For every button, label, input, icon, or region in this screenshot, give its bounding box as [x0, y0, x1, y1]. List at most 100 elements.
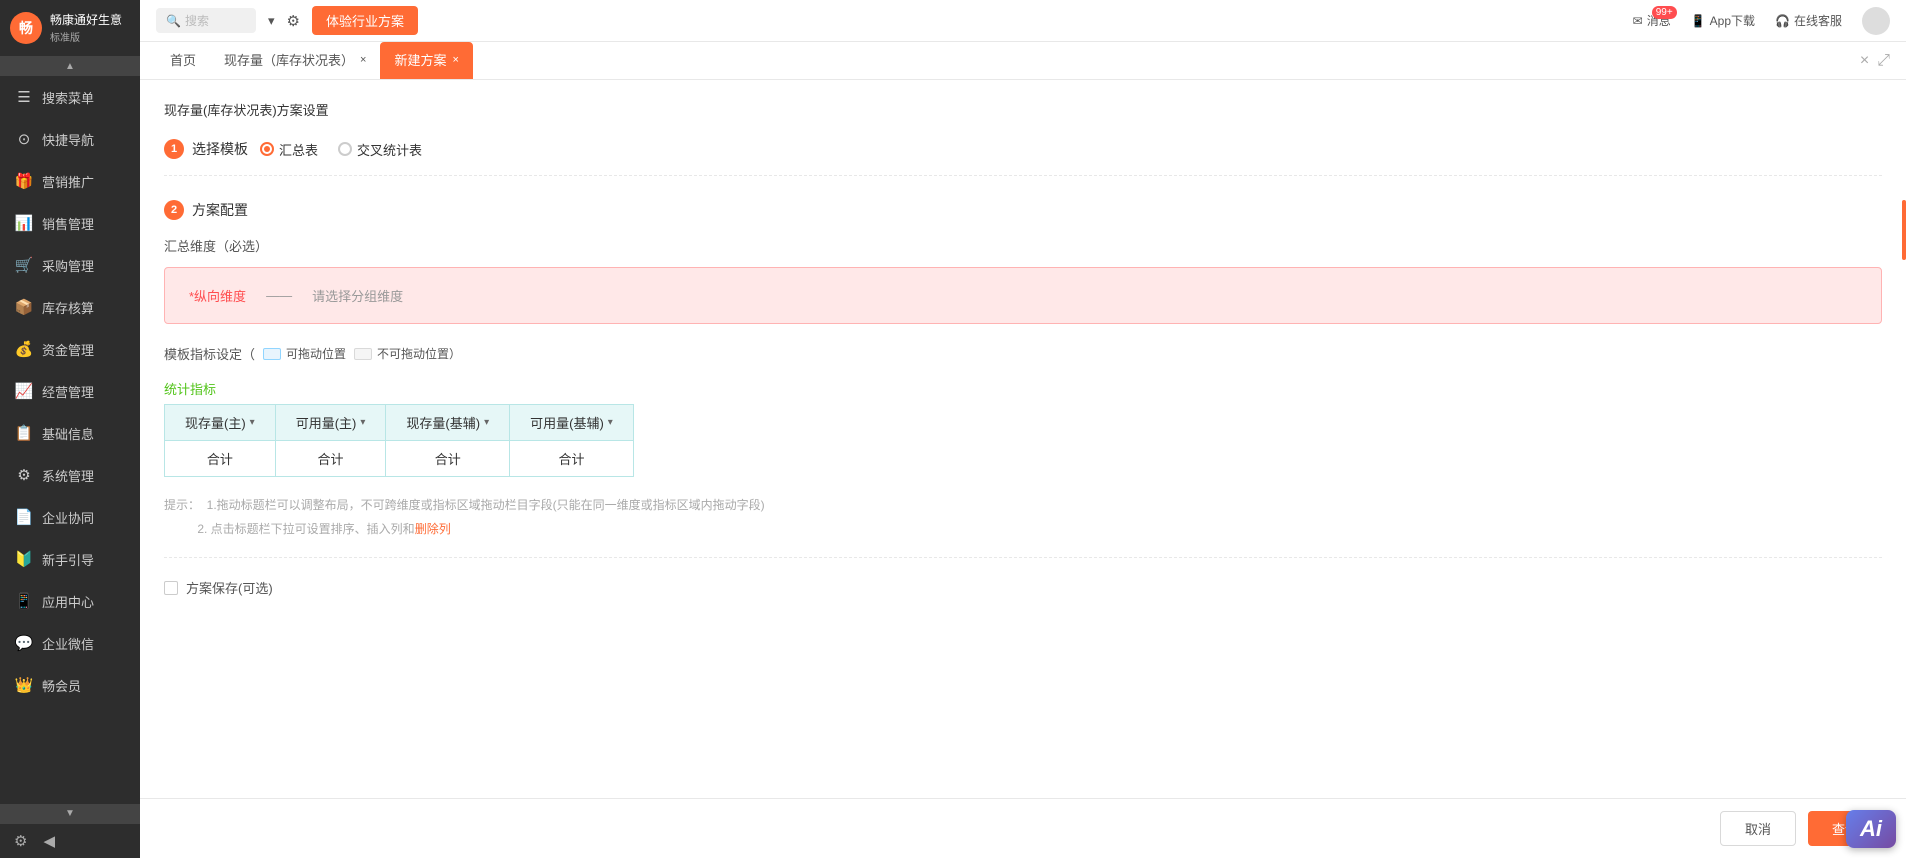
app-center-icon: 📱: [14, 591, 34, 611]
col-header-3[interactable]: 可用量(基辅) ▾: [510, 405, 634, 441]
quick-nav-icon: ⊙: [14, 129, 34, 149]
tab-home-label: 首页: [170, 50, 196, 69]
tip-0: 提示： 1.拖动标题栏可以调整布局，不可跨维度或指标区域拖动栏目字段(只能在同一…: [164, 493, 1882, 517]
topbar-right: ✉ 消息 99+ 📱 App下载 🎧 在线客服: [1633, 7, 1890, 35]
step2-section: 2 方案配置 汇总维度（必选） *纵向维度 —— 请选择分组维度 模板指标设定（: [164, 200, 1882, 597]
draggable-legend: 可拖动位置: [263, 345, 346, 362]
sales-icon: 📊: [14, 213, 34, 233]
sidebar: 畅 畅康通好生意 标准版 ▲ ☰ 搜索菜单 ⊙ 快捷导航 🎁 营销推广 📊 销售…: [0, 0, 140, 858]
sidebar-item-system[interactable]: ⚙ 系统管理: [0, 454, 140, 496]
col-1-sub: 合计: [275, 441, 386, 477]
col-2-chevron: ▾: [484, 417, 489, 428]
col-3-sub: 合计: [510, 441, 634, 477]
tab-new-plan-close[interactable]: ×: [452, 54, 458, 66]
non-draggable-box: [354, 348, 372, 360]
trial-industry-button[interactable]: 体验行业方案: [312, 6, 418, 35]
tab-new-plan[interactable]: 新建方案 ×: [380, 42, 472, 79]
sidebar-item-label: 搜索菜单: [42, 88, 94, 107]
sidebar-item-label: 企业协同: [42, 508, 94, 527]
notification-icon: ✉: [1633, 14, 1643, 28]
step1-title: 选择模板: [192, 139, 248, 159]
stats-label: 统计指标: [164, 379, 1882, 398]
step1-num: 1: [164, 139, 184, 159]
sidebar-item-quick-nav[interactable]: ⊙ 快捷导航: [0, 118, 140, 160]
radio-cross-label: 交叉统计表: [357, 140, 422, 159]
step2-num: 2: [164, 200, 184, 220]
sidebar-item-member[interactable]: 👑 畅会员: [0, 664, 140, 706]
guide-icon: 🔰: [14, 549, 34, 569]
sidebar-item-label: 畅会员: [42, 676, 81, 695]
app-download-icon: 📱: [1691, 14, 1706, 28]
sidebar-item-label: 经营管理: [42, 382, 94, 401]
non-draggable-label: 不可拖动位置）: [377, 345, 461, 362]
sidebar-item-search-menu[interactable]: ☰ 搜索菜单: [0, 76, 140, 118]
tabs-expand-icon[interactable]: ⤢: [1877, 52, 1890, 70]
indicators-section: 模板指标设定（ 可拖动位置 不可拖动位置）: [164, 344, 1882, 363]
dimension-placeholder-text: 请选择分组维度: [312, 286, 403, 305]
col-0-label: 现存量(主): [185, 413, 246, 432]
sidebar-scroll-up[interactable]: ▲: [0, 57, 140, 76]
col-header-2[interactable]: 现存量(基辅) ▾: [386, 405, 510, 441]
online-service-button[interactable]: 🎧 在线客服: [1775, 12, 1842, 29]
notification-badge: 99+: [1652, 6, 1677, 19]
sidebar-item-finance[interactable]: 💰 资金管理: [0, 328, 140, 370]
user-avatar[interactable]: [1862, 7, 1890, 35]
dimension-section-title: 汇总维度（必选）: [164, 236, 1882, 255]
sidebar-item-contract[interactable]: 📄 企业协同: [0, 496, 140, 538]
col-3-label: 可用量(基辅): [530, 413, 604, 432]
col-header-1[interactable]: 可用量(主) ▾: [275, 405, 386, 441]
save-checkbox[interactable]: [164, 581, 178, 595]
right-edge-scroll[interactable]: [1902, 200, 1906, 260]
radio-cross[interactable]: 交叉统计表: [338, 140, 422, 159]
sidebar-item-purchase[interactable]: 🛒 采购管理: [0, 244, 140, 286]
col-header-0[interactable]: 现存量(主) ▾: [165, 405, 276, 441]
col-0-chevron: ▾: [250, 417, 255, 428]
sidebar-item-basic-info[interactable]: 📋 基础信息: [0, 412, 140, 454]
sidebar-item-app-center[interactable]: 📱 应用中心: [0, 580, 140, 622]
basic-info-icon: 📋: [14, 423, 34, 443]
sidebar-item-sales[interactable]: 📊 销售管理: [0, 202, 140, 244]
sidebar-item-marketing[interactable]: 🎁 营销推广: [0, 160, 140, 202]
sidebar-item-operations[interactable]: 📈 经营管理: [0, 370, 140, 412]
tab-inventory[interactable]: 现存量（库存状况表） ×: [210, 42, 380, 79]
draggable-label: 可拖动位置: [286, 345, 346, 362]
sidebar-item-wechat[interactable]: 💬 企业微信: [0, 622, 140, 664]
sidebar-scroll-down[interactable]: ▼: [0, 804, 140, 823]
cancel-button[interactable]: 取消: [1720, 811, 1796, 846]
speaker-icon[interactable]: ◀: [43, 832, 55, 850]
marketing-icon: 🎁: [14, 171, 34, 191]
topbar-gear-icon[interactable]: ⚙: [287, 12, 300, 30]
radio-summary-circle: [260, 142, 274, 156]
topbar-search-box: 🔍 搜索: [156, 8, 256, 33]
radio-summary[interactable]: 汇总表: [260, 140, 318, 159]
sidebar-item-inventory[interactable]: 📦 库存核算: [0, 286, 140, 328]
sidebar-item-label: 基础信息: [42, 424, 94, 443]
settings-icon[interactable]: ⚙: [14, 832, 27, 850]
step2-header: 2 方案配置: [164, 200, 1882, 220]
sidebar-item-label: 新手引导: [42, 550, 94, 569]
tab-inventory-label: 现存量（库存状况表）: [224, 50, 354, 69]
step1-header: 1 选择模板 汇总表 交叉统计表: [164, 139, 1882, 159]
settings-panel: 现存量(库存状况表)方案设置 1 选择模板 汇总表: [140, 80, 1906, 798]
inventory-icon: 📦: [14, 297, 34, 317]
notification-button[interactable]: ✉ 消息 99+: [1633, 12, 1671, 29]
content-area: 现存量(库存状况表)方案设置 1 选择模板 汇总表: [140, 80, 1906, 798]
tab-home[interactable]: 首页: [156, 42, 210, 79]
sidebar-item-label: 企业微信: [42, 634, 94, 653]
tab-inventory-close[interactable]: ×: [360, 54, 366, 66]
finance-icon: 💰: [14, 339, 34, 359]
step2-title: 方案配置: [192, 200, 248, 220]
sidebar-item-label: 销售管理: [42, 214, 94, 233]
app-download-button[interactable]: 📱 App下载: [1691, 12, 1755, 29]
radio-cross-circle: [338, 142, 352, 156]
topbar-left: 🔍 搜索 ▾ ⚙ 体验行业方案: [156, 6, 418, 35]
tabs-close-icon[interactable]: ×: [1860, 52, 1869, 70]
col-2-sub: 合计: [386, 441, 510, 477]
tab-new-plan-label: 新建方案: [394, 50, 446, 69]
service-icon: 🎧: [1775, 14, 1790, 28]
dimension-required-label: *纵向维度: [189, 286, 246, 305]
sidebar-item-guide[interactable]: 🔰 新手引导: [0, 538, 140, 580]
ai-badge[interactable]: Ai: [1846, 810, 1896, 848]
topbar-dropdown-btn[interactable]: ▾: [268, 13, 275, 29]
template-radio-group: 汇总表 交叉统计表: [260, 140, 422, 159]
